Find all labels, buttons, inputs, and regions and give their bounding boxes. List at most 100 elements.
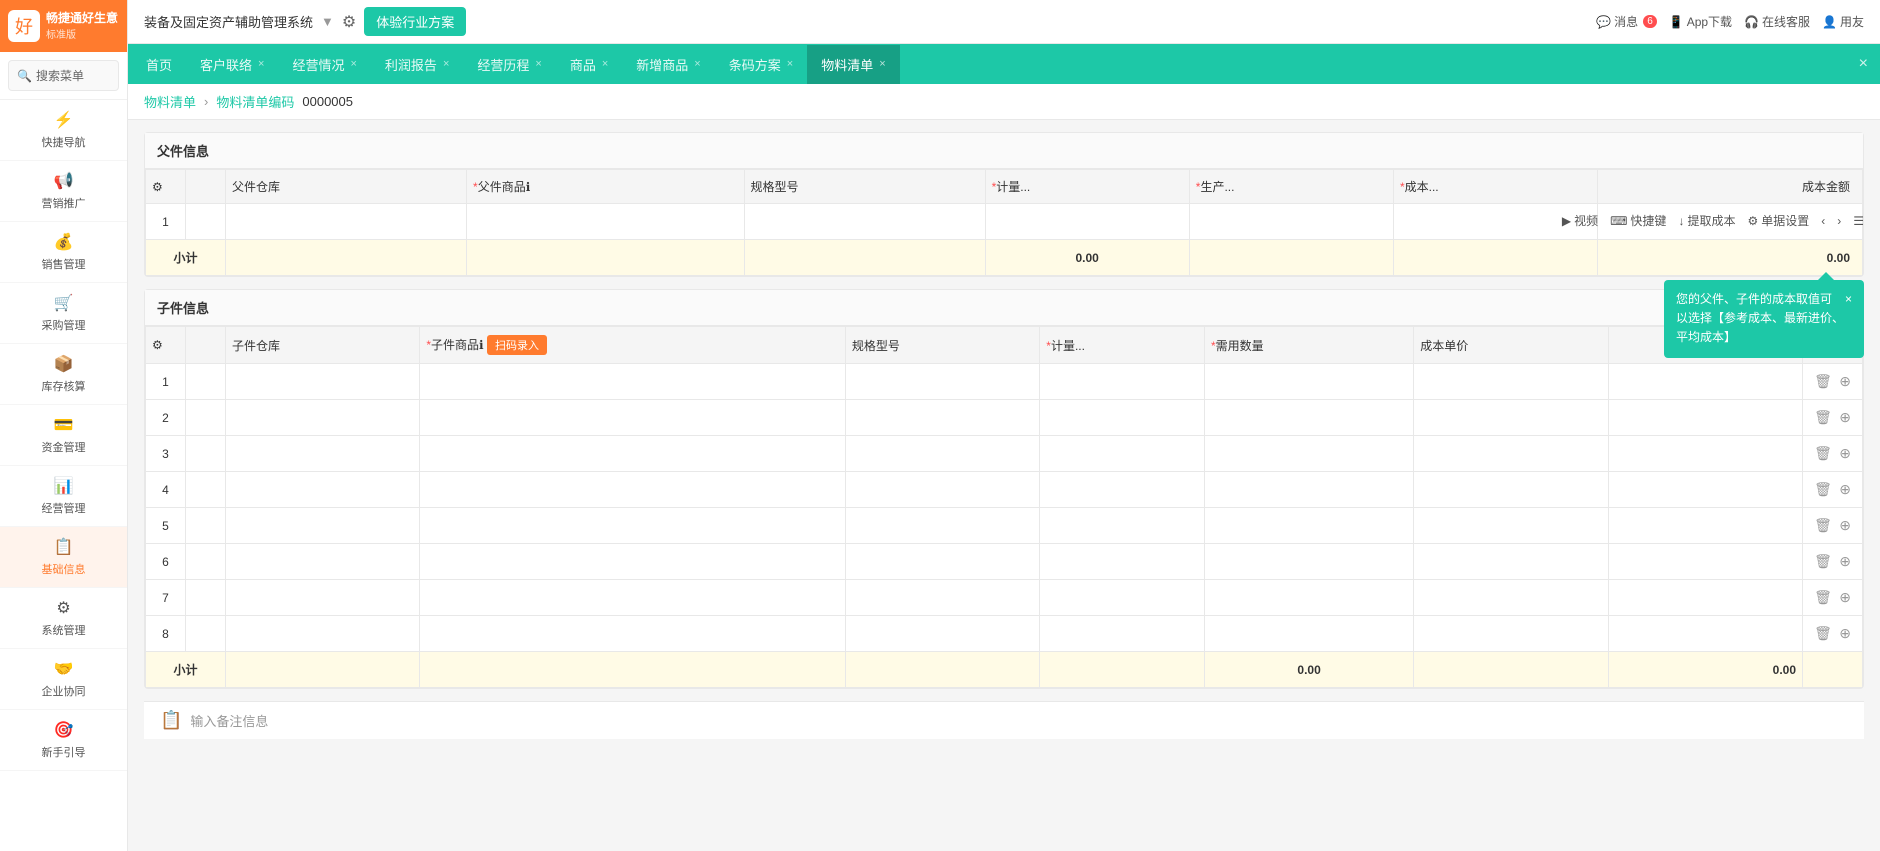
copy-icon-4[interactable]: ⊕ xyxy=(1839,481,1851,497)
child-row-unit-cost-7[interactable] xyxy=(1414,580,1608,616)
tab-new-goods-close[interactable]: × xyxy=(694,58,700,70)
child-row-unit-cost-6[interactable] xyxy=(1414,544,1608,580)
delete-icon-7[interactable]: 🗑 xyxy=(1814,589,1832,605)
nav-prev-button[interactable]: ‹ xyxy=(1821,214,1825,228)
view-toggle-button[interactable]: ☰ xyxy=(1853,214,1864,228)
scan-button[interactable]: 扫码录入 xyxy=(487,335,547,355)
child-row-warehouse-4[interactable] xyxy=(226,472,420,508)
copy-icon-6[interactable]: ⊕ xyxy=(1839,553,1851,569)
child-row-warehouse-1[interactable] xyxy=(226,364,420,400)
child-row-spec-4[interactable] xyxy=(845,472,1039,508)
video-button[interactable]: ▶ 视频 xyxy=(1562,212,1598,229)
sidebar-item-inventory[interactable]: 📦 库存核算 xyxy=(0,344,127,405)
child-row-product-3[interactable] xyxy=(420,436,846,472)
child-row-product-4[interactable] xyxy=(420,472,846,508)
parent-row-product[interactable] xyxy=(467,204,744,240)
child-row-quantity-6[interactable] xyxy=(1204,544,1413,580)
copy-icon-1[interactable]: ⊕ xyxy=(1839,373,1851,389)
sidebar-item-basic[interactable]: 📋 基础信息 xyxy=(0,527,127,588)
child-row-warehouse-7[interactable] xyxy=(226,580,420,616)
child-row-unit-cost-4[interactable] xyxy=(1414,472,1608,508)
child-row-unit-cost-1[interactable] xyxy=(1414,364,1608,400)
tab-new-goods[interactable]: 新增商品 × xyxy=(622,45,714,84)
extract-cost-button[interactable]: ↓ 提取成本 xyxy=(1678,212,1735,229)
sidebar-item-marketing[interactable]: 📢 营销推广 xyxy=(0,161,127,222)
child-th-settings[interactable]: ⚙ xyxy=(146,327,186,364)
child-row-warehouse-2[interactable] xyxy=(226,400,420,436)
child-row-spec-8[interactable] xyxy=(845,616,1039,652)
tab-home[interactable]: 首页 xyxy=(132,45,186,84)
tab-bom[interactable]: 物料清单 × xyxy=(807,45,899,84)
delete-icon-3[interactable]: 🗑 xyxy=(1814,445,1832,461)
child-row-spec-6[interactable] xyxy=(845,544,1039,580)
child-row-quantity-1[interactable] xyxy=(1204,364,1413,400)
tab-goods[interactable]: 商品 × xyxy=(556,45,622,84)
sidebar-item-system[interactable]: ⚙ 系统管理 xyxy=(0,588,127,649)
child-row-quantity-8[interactable] xyxy=(1204,616,1413,652)
delete-icon-5[interactable]: 🗑 xyxy=(1814,517,1832,533)
online-service-action[interactable]: 🎧 在线客服 xyxy=(1744,13,1810,30)
tab-profit-close[interactable]: × xyxy=(443,58,449,70)
tab-ops-history[interactable]: 经营历程 × xyxy=(463,45,555,84)
parent-row-production[interactable] xyxy=(1189,204,1393,240)
child-row-warehouse-6[interactable] xyxy=(226,544,420,580)
app-download-action[interactable]: 📱 App下载 xyxy=(1669,13,1732,30)
sidebar-item-purchase[interactable]: 🛒 采购管理 xyxy=(0,283,127,344)
tab-barcode-close[interactable]: × xyxy=(787,58,793,70)
copy-icon-2[interactable]: ⊕ xyxy=(1839,409,1851,425)
copy-icon-5[interactable]: ⊕ xyxy=(1839,517,1851,533)
child-row-product-6[interactable] xyxy=(420,544,846,580)
child-row-unit-3[interactable] xyxy=(1040,436,1205,472)
child-row-quantity-4[interactable] xyxy=(1204,472,1413,508)
child-row-product-7[interactable] xyxy=(420,580,846,616)
child-row-product-5[interactable] xyxy=(420,508,846,544)
child-row-unit-cost-2[interactable] xyxy=(1414,400,1608,436)
settings-icon[interactable]: ⚙ xyxy=(342,12,356,32)
copy-icon-8[interactable]: ⊕ xyxy=(1839,625,1851,641)
child-row-unit-6[interactable] xyxy=(1040,544,1205,580)
shortcut-button[interactable]: ⌨ 快捷键 xyxy=(1610,212,1666,229)
tab-ops-status-close[interactable]: × xyxy=(350,58,356,70)
tab-profit[interactable]: 利润报告 × xyxy=(371,45,463,84)
sidebar-item-ops[interactable]: 📊 经营管理 xyxy=(0,466,127,527)
child-row-unit-5[interactable] xyxy=(1040,508,1205,544)
tab-goods-close[interactable]: × xyxy=(602,58,608,70)
copy-icon-7[interactable]: ⊕ xyxy=(1839,589,1851,605)
child-row-unit-7[interactable] xyxy=(1040,580,1205,616)
child-row-spec-1[interactable] xyxy=(845,364,1039,400)
dropdown-icon[interactable]: ▼ xyxy=(321,14,334,29)
breadcrumb-parent[interactable]: 物料清单 xyxy=(144,92,196,111)
nav-close-all-button[interactable]: × xyxy=(1851,55,1876,73)
child-row-product-8[interactable] xyxy=(420,616,846,652)
tab-customer[interactable]: 客户联络 × xyxy=(186,45,278,84)
delete-icon-2[interactable]: 🗑 xyxy=(1814,409,1832,425)
child-row-quantity-2[interactable] xyxy=(1204,400,1413,436)
trial-button[interactable]: 体验行业方案 xyxy=(364,7,466,36)
child-row-warehouse-5[interactable] xyxy=(226,508,420,544)
parent-row-unit[interactable] xyxy=(985,204,1189,240)
child-row-unit-cost-3[interactable] xyxy=(1414,436,1608,472)
child-row-product-1[interactable] xyxy=(420,364,846,400)
delete-icon-8[interactable]: 🗑 xyxy=(1814,625,1832,641)
tab-barcode[interactable]: 条码方案 × xyxy=(715,45,807,84)
child-row-unit-8[interactable] xyxy=(1040,616,1205,652)
sidebar-item-quick-nav[interactable]: ⚡ 快捷导航 xyxy=(0,100,127,161)
child-row-unit-4[interactable] xyxy=(1040,472,1205,508)
parent-row-warehouse[interactable] xyxy=(226,204,467,240)
child-row-quantity-5[interactable] xyxy=(1204,508,1413,544)
child-row-unit-cost-8[interactable] xyxy=(1414,616,1608,652)
delete-icon-4[interactable]: 🗑 xyxy=(1814,481,1832,497)
child-row-unit-2[interactable] xyxy=(1040,400,1205,436)
tab-ops-history-close[interactable]: × xyxy=(535,58,541,70)
child-row-spec-3[interactable] xyxy=(845,436,1039,472)
parent-row-spec[interactable] xyxy=(744,204,985,240)
child-row-spec-2[interactable] xyxy=(845,400,1039,436)
delete-icon-6[interactable]: 🗑 xyxy=(1814,553,1832,569)
child-row-quantity-3[interactable] xyxy=(1204,436,1413,472)
parent-th-settings[interactable]: ⚙ xyxy=(146,170,186,204)
single-settings-button[interactable]: ⚙ 单据设置 xyxy=(1747,212,1809,229)
child-row-warehouse-3[interactable] xyxy=(226,436,420,472)
child-row-quantity-7[interactable] xyxy=(1204,580,1413,616)
user-action[interactable]: 👤 用友 xyxy=(1822,13,1864,30)
tooltip-close-button[interactable]: × xyxy=(1845,290,1852,309)
